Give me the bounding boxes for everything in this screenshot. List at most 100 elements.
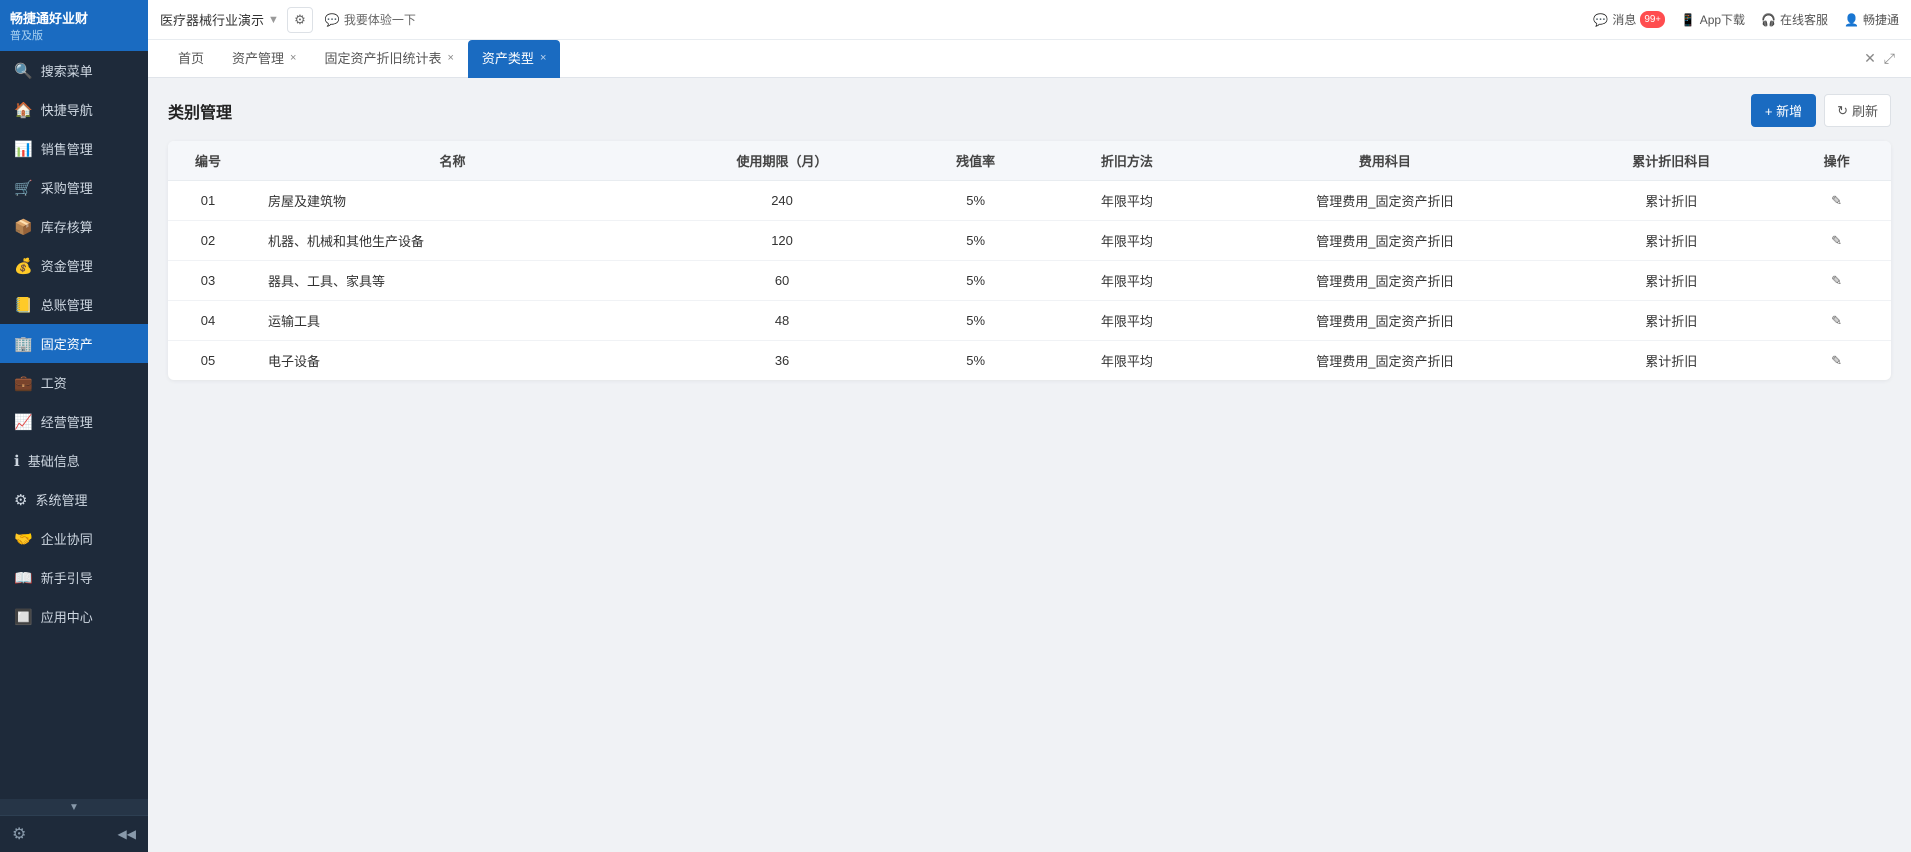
tab-label: 固定资产折旧统计表 bbox=[324, 48, 441, 67]
tab-close-icon[interactable]: × bbox=[447, 52, 453, 64]
search-icon: 🔍 bbox=[14, 62, 33, 80]
app-download-button[interactable]: 📱 App下载 bbox=[1681, 11, 1745, 28]
cell-method: 年限平均 bbox=[1044, 221, 1209, 261]
gear-icon: ⚙ bbox=[294, 12, 306, 28]
sidebar-item-guide[interactable]: 📖 新手引导 bbox=[0, 558, 148, 597]
user-label: 畅捷通 bbox=[1863, 11, 1899, 28]
table-column-header: 残值率 bbox=[907, 141, 1044, 181]
edit-icon[interactable]: ✎ bbox=[1831, 193, 1842, 208]
cell-period: 120 bbox=[657, 221, 907, 261]
tab-fixed-asset-table[interactable]: 固定资产折旧统计表 × bbox=[310, 40, 467, 78]
collapse-icon[interactable]: ◀◀ bbox=[118, 827, 136, 841]
sidebar-item-system[interactable]: ⚙系统管理 bbox=[0, 480, 148, 519]
sidebar-item-label: 快捷导航 bbox=[41, 100, 93, 119]
page-actions: + 新增 ↻ 刷新 bbox=[1751, 94, 1891, 127]
cell-residual: 5% bbox=[907, 261, 1044, 301]
cell-expense: 管理费用_固定资产折旧 bbox=[1210, 341, 1561, 381]
app-label: App下载 bbox=[1700, 11, 1745, 28]
sidebar-item-inventory[interactable]: 📦库存核算 bbox=[0, 207, 148, 246]
edit-icon[interactable]: ✎ bbox=[1831, 233, 1842, 248]
sidebar-item-fixed-asset[interactable]: 🏢 固定资产 bbox=[0, 324, 148, 363]
cell-method: 年限平均 bbox=[1044, 181, 1209, 221]
cell-actions: ✎ bbox=[1782, 181, 1891, 221]
page-header: 类别管理 + 新增 ↻ 刷新 bbox=[168, 94, 1891, 127]
message-badge: 99+ bbox=[1640, 11, 1664, 28]
cell-actions: ✎ bbox=[1782, 341, 1891, 381]
experience-button[interactable]: 💬 我要体验一下 bbox=[325, 11, 416, 28]
sidebar-item-purchase[interactable]: 🛒采购管理 bbox=[0, 168, 148, 207]
company-selector[interactable]: 医疗器械行业演示 ▼ bbox=[160, 10, 279, 29]
sidebar-item-label: 应用中心 bbox=[41, 607, 93, 626]
page-title: 类别管理 bbox=[168, 99, 232, 123]
sidebar-item-ledger[interactable]: 📒总账管理 bbox=[0, 285, 148, 324]
sidebar-item-label: 新手引导 bbox=[41, 568, 93, 587]
table-column-header: 编号 bbox=[168, 141, 248, 181]
sidebar-item-operations[interactable]: 📈经营管理 bbox=[0, 402, 148, 441]
sales-icon: 📊 bbox=[14, 140, 33, 158]
edit-icon[interactable]: ✎ bbox=[1831, 273, 1842, 288]
sidebar-item-label: 固定资产 bbox=[41, 334, 93, 353]
app-center-icon: 🔲 bbox=[14, 608, 33, 626]
tab-asset-type[interactable]: 资产类型× bbox=[468, 40, 560, 78]
sidebar-item-basic-info[interactable]: ℹ 基础信息 bbox=[0, 441, 148, 480]
cell-actions: ✎ bbox=[1782, 261, 1891, 301]
experience-label: 我要体验一下 bbox=[344, 11, 416, 28]
user-icon: 👤 bbox=[1844, 13, 1859, 27]
new-button[interactable]: + 新增 bbox=[1751, 94, 1816, 127]
tab-home[interactable]: 首页 bbox=[164, 40, 218, 78]
sidebar-item-label: 资金管理 bbox=[41, 256, 93, 275]
table-row: 01 房屋及建筑物 240 5% 年限平均 管理费用_固定资产折旧 累计折旧 ✎ bbox=[168, 181, 1891, 221]
sidebar-item-label: 销售管理 bbox=[41, 139, 93, 158]
edit-icon[interactable]: ✎ bbox=[1831, 313, 1842, 328]
cell-name: 机器、机械和其他生产设备 bbox=[248, 221, 657, 261]
table-body: 01 房屋及建筑物 240 5% 年限平均 管理费用_固定资产折旧 累计折旧 ✎… bbox=[168, 181, 1891, 381]
table-column-header: 累计折旧科目 bbox=[1560, 141, 1782, 181]
topbar: 医疗器械行业演示 ▼ ⚙ 💬 我要体验一下 💬 消息 99+ 📱 App下载 🎧… bbox=[148, 0, 1911, 40]
sidebar-item-label: 工资 bbox=[41, 373, 67, 392]
customer-service-button[interactable]: 🎧 在线客服 bbox=[1761, 11, 1828, 28]
page-content: 类别管理 + 新增 ↻ 刷新 编号名称使用期限（月）残值率折旧方法费用科目累计折… bbox=[148, 78, 1911, 852]
user-menu-button[interactable]: 👤 畅捷通 bbox=[1844, 11, 1899, 28]
chevron-down-icon: ▼ bbox=[268, 14, 279, 26]
settings-button[interactable]: ⚙ bbox=[287, 7, 313, 33]
edit-icon[interactable]: ✎ bbox=[1831, 353, 1842, 368]
sidebar-item-sales[interactable]: 📊 销售管理 bbox=[0, 129, 148, 168]
tab-label: 首页 bbox=[178, 48, 204, 67]
sidebar-item-label: 基础信息 bbox=[28, 451, 80, 470]
cell-method: 年限平均 bbox=[1044, 261, 1209, 301]
tab-close-icon[interactable]: × bbox=[290, 52, 296, 64]
tab-close-icon[interactable]: × bbox=[540, 52, 546, 64]
headset-icon: 🎧 bbox=[1761, 13, 1776, 27]
table-column-header: 折旧方法 bbox=[1044, 141, 1209, 181]
sidebar-item-label: 总账管理 bbox=[41, 295, 93, 314]
guide-icon: 📖 bbox=[14, 569, 33, 587]
sidebar-scroll-down[interactable]: ▼ bbox=[0, 799, 148, 815]
expand-icon[interactable]: ⤢ bbox=[1884, 50, 1895, 67]
sidebar-item-search[interactable]: 🔍搜索菜单 bbox=[0, 51, 148, 90]
refresh-button[interactable]: ↻ 刷新 bbox=[1824, 94, 1891, 127]
close-window-icon[interactable]: ✕ bbox=[1864, 50, 1876, 67]
company-name: 医疗器械行业演示 bbox=[160, 10, 264, 29]
sidebar-item-quick-nav[interactable]: 🏠快捷导航 bbox=[0, 90, 148, 129]
cell-name: 器具、工具、家具等 bbox=[248, 261, 657, 301]
tab-asset-mgmt[interactable]: 资产管理× bbox=[218, 40, 310, 78]
inventory-icon: 📦 bbox=[14, 218, 33, 236]
cell-accum: 累计折旧 bbox=[1560, 221, 1782, 261]
message-button[interactable]: 💬 消息 99+ bbox=[1593, 11, 1664, 28]
sidebar-item-payroll[interactable]: 💼 工资 bbox=[0, 363, 148, 402]
cell-accum: 累计折旧 bbox=[1560, 301, 1782, 341]
payroll-icon: 💼 bbox=[14, 374, 33, 392]
cell-name: 房屋及建筑物 bbox=[248, 181, 657, 221]
fixed-asset-icon: 🏢 bbox=[14, 335, 33, 353]
sidebar-item-enterprise[interactable]: 🤝企业协同 bbox=[0, 519, 148, 558]
sidebar-item-capital[interactable]: 💰资金管理 bbox=[0, 246, 148, 285]
cell-residual: 5% bbox=[907, 301, 1044, 341]
table-row: 04 运输工具 48 5% 年限平均 管理费用_固定资产折旧 累计折旧 ✎ bbox=[168, 301, 1891, 341]
settings-icon[interactable]: ⚙ bbox=[12, 824, 26, 844]
cell-period: 48 bbox=[657, 301, 907, 341]
cell-name: 运输工具 bbox=[248, 301, 657, 341]
chat-icon: 💬 bbox=[325, 13, 340, 27]
basic-info-icon: ℹ bbox=[14, 452, 20, 470]
cell-period: 240 bbox=[657, 181, 907, 221]
sidebar-item-app-center[interactable]: 🔲 应用中心 bbox=[0, 597, 148, 636]
